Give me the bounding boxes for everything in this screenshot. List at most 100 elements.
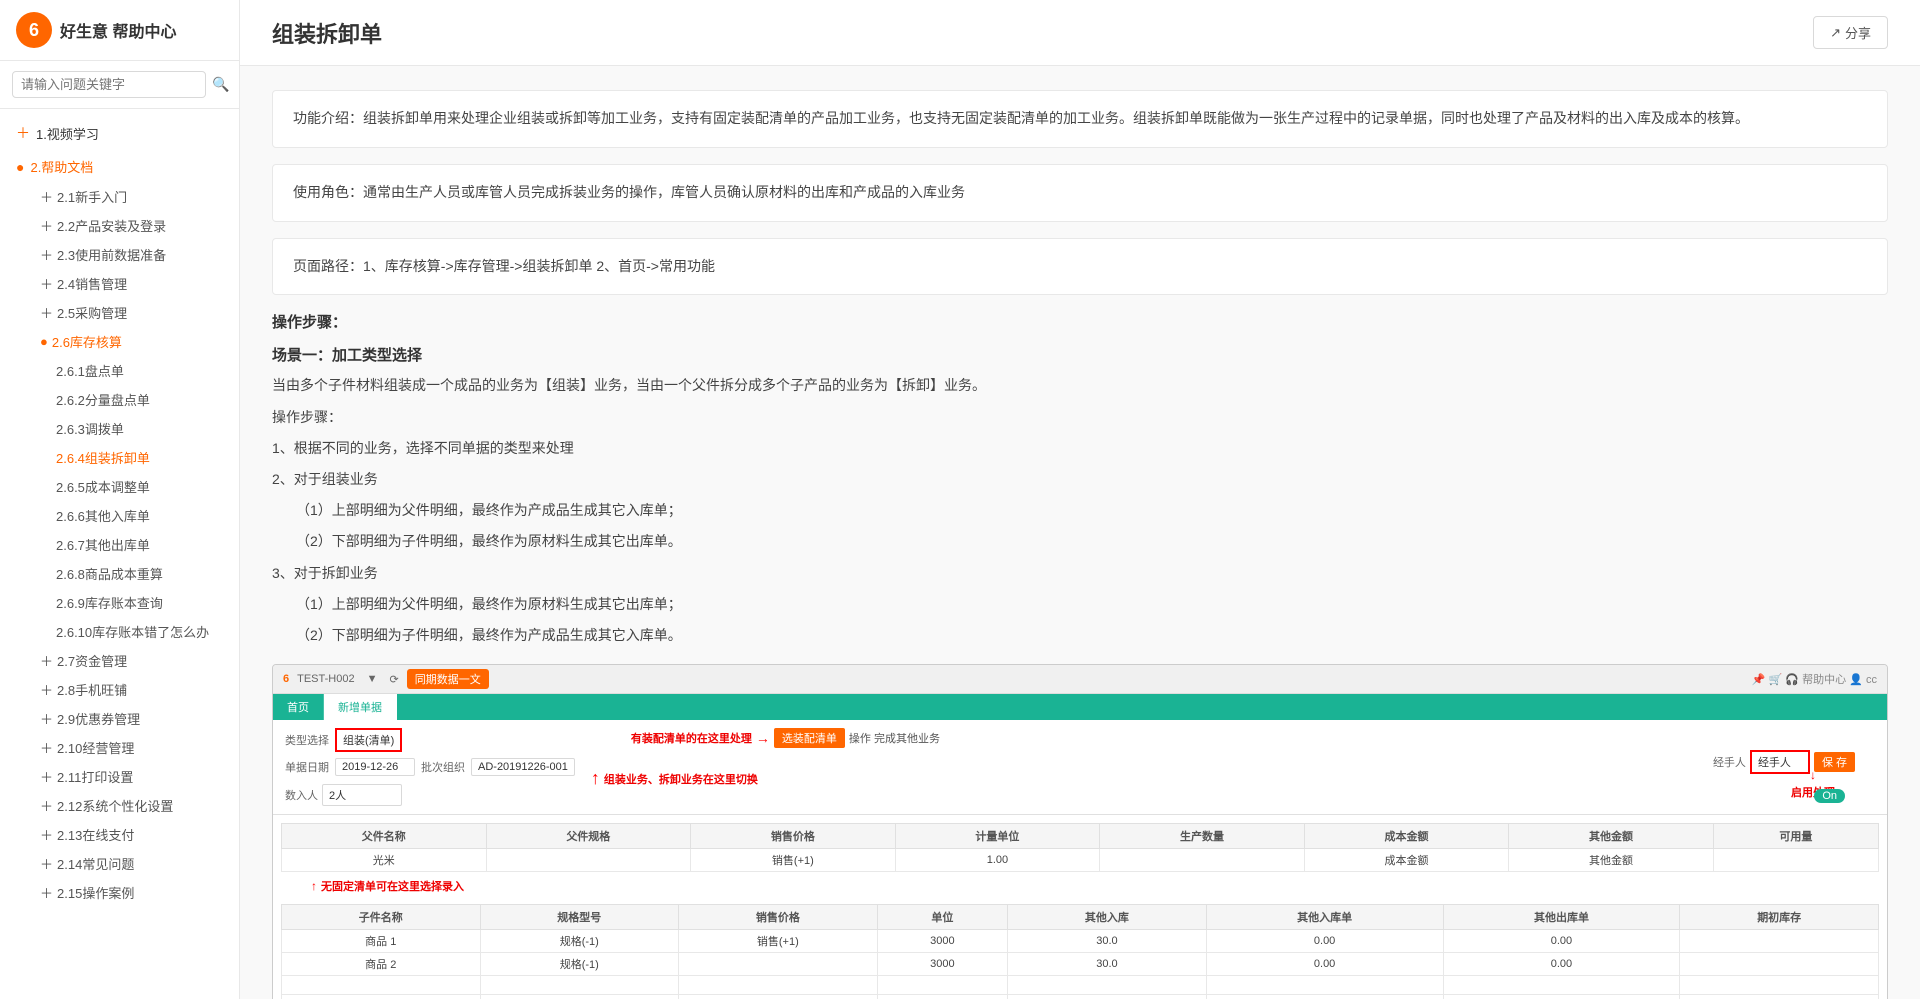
plus-icon-purchase: ＋ — [40, 303, 53, 322]
ss-lower-col-header: 单位 — [877, 905, 1008, 930]
ss-topbar-btn[interactable]: 同期数据一文 — [407, 669, 489, 689]
search-box: 🔍 — [0, 61, 239, 109]
ss-col-header: 成本金额 — [1304, 824, 1509, 849]
step3-2: （2）下部明细为子件明细，最终作为产成品生成其它入库单。 — [272, 623, 1888, 648]
ss-col-header: 计量单位 — [895, 824, 1100, 849]
ss-lower-table: 子件名称 规格型号 销售价格 单位 其他入库 其他入库单 其他出库单 期初库存 — [281, 904, 1879, 999]
sidebar-item-ledger-fix[interactable]: 2.6.10库存账本错了怎么办 — [40, 617, 239, 646]
ss-tab-new[interactable]: 新增单据 — [324, 694, 397, 720]
ss-person-label: 经手人 — [1713, 754, 1746, 770]
ss-batch-label: 批次组织 — [421, 759, 465, 775]
sidebar-item-faq[interactable]: ＋ 2.14常见问题 — [24, 849, 239, 878]
sidebar-item-cases[interactable]: ＋ 2.15操作案例 — [24, 878, 239, 907]
nav-children-docs: ＋ 2.1新手入门 ＋ 2.2产品安装及登录 ＋ 2.3使用前数据准备 ＋ 2.… — [0, 182, 239, 907]
ss-upper-table-area: 父件名称 父件规格 销售价格 计量单位 生产数量 成本金额 其他金额 可用量 光 — [273, 815, 1887, 876]
nav-tree: ＋ 1.视频学习 ● 2.帮助文档 ＋ 2.1新手入门 ＋ 2.2产品安装及登录 — [0, 109, 239, 999]
sidebar-item-sales[interactable]: ＋ 2.4销售管理 — [24, 269, 239, 298]
ss-qty-input[interactable]: 2人 — [322, 784, 402, 806]
sidebar-item-finance[interactable]: ＋ 2.7资金管理 — [24, 646, 239, 675]
sidebar-item-docs[interactable]: ● 2.帮助文档 — [0, 151, 239, 182]
table-row — [282, 995, 1879, 999]
step3: 3、对于拆卸业务 — [272, 561, 1888, 586]
steps-section: 操作步骤： 场景一：加工类型选择 当由多个子件材料组装成一个成品的业务为【组装】… — [272, 311, 1888, 648]
ss-col-header: 可用量 — [1713, 824, 1878, 849]
ss-batch-input[interactable]: AD-20191226-001 — [471, 758, 575, 776]
ss-annotation2: 组装业务、拆卸业务在这里切换 — [604, 771, 758, 787]
sidebar-item-inventory[interactable]: ● 2.6库存核算 — [24, 327, 239, 356]
table-row: 商品 1 规格(-1) 销售(+1) 3000 30.0 0.00 0.00 — [282, 930, 1879, 953]
ss-col-header: 父件规格 — [486, 824, 691, 849]
ss-annotation4: 无固定清单可在这里选择录入 — [321, 878, 464, 894]
minus-icon-inventory: ● — [40, 334, 48, 349]
screenshot-mockup: 6 TEST-H002 ▼ ⟳ 同期数据一文 📌 🛒 🎧 帮助中心 👤 cc 首… — [272, 664, 1888, 999]
expand-icon: ＋ — [16, 123, 30, 143]
step3-1: （1）上部明细为父件明细，最终作为原材料生成其它出库单； — [272, 592, 1888, 617]
share-button[interactable]: ↗ 分享 — [1813, 16, 1888, 49]
scene-desc: 当由多个子件材料组装成一个成品的业务为【组装】业务，当由一个父件拆分成多个子产品… — [272, 373, 1888, 398]
ss-form-area: 类型选择 组装(清单) 单据日期 2019-12-26 批次组织 AD-2019… — [273, 720, 1887, 815]
steps-section-title: 操作步骤： — [272, 311, 1888, 332]
sidebar-item-cost-adjust[interactable]: 2.6.5成本调整单 — [40, 472, 239, 501]
ss-qty-label: 数入人 — [285, 787, 318, 803]
app-title: 好生意 帮助中心 — [60, 18, 176, 42]
sidebar-item-other-out[interactable]: 2.6.7其他出库单 — [40, 530, 239, 559]
sidebar-item-install[interactable]: ＋ 2.2产品安装及登录 — [24, 211, 239, 240]
search-icon[interactable]: 🔍 — [212, 76, 229, 93]
ss-type-input[interactable]: 组装(清单) — [335, 728, 402, 752]
role-block: 使用角色：通常由生产人员或库管人员完成拆装业务的操作，库管人员确认原材料的出库和… — [272, 164, 1888, 222]
ss-annotation4-area: ↑ 无固定清单可在这里选择录入 — [273, 876, 1887, 896]
plus-icon-customize: ＋ — [40, 796, 53, 815]
ss-date-label: 单据日期 — [285, 759, 329, 775]
sidebar-item-cost-recalc[interactable]: 2.6.8商品成本重算 — [40, 559, 239, 588]
plus-icon-faq: ＋ — [40, 854, 53, 873]
ss-tab-home[interactable]: 首页 — [273, 694, 324, 720]
sidebar-item-partial-stocktake[interactable]: 2.6.2分量盘点单 — [40, 385, 239, 414]
nav-sub-tree: 2.6.1盘点单 2.6.2分量盘点单 2.6.3调拨单 2.6.4组装拆卸单 … — [24, 356, 239, 646]
collapse-icon: ● — [16, 159, 24, 175]
sidebar-item-newbie[interactable]: ＋ 2.1新手入门 — [24, 182, 239, 211]
sidebar-item-other-in[interactable]: 2.6.6其他入库单 — [40, 501, 239, 530]
ss-lower-col-header: 其他入库单 — [1206, 905, 1443, 930]
sidebar-item-data-prep[interactable]: ＋ 2.3使用前数据准备 — [24, 240, 239, 269]
sidebar-item-mobile[interactable]: ＋ 2.8手机旺铺 — [24, 675, 239, 704]
sidebar-item-assembly[interactable]: 2.6.4组装拆卸单 — [40, 443, 239, 472]
sidebar-item-ops[interactable]: ＋ 2.10经营管理 — [24, 733, 239, 762]
sidebar-item-ledger-query[interactable]: 2.6.9库存账本查询 — [40, 588, 239, 617]
content-area: 功能介绍：组装拆卸单用来处理企业组装或拆卸等加工业务，支持有固定装配清单的产品加… — [240, 66, 1920, 999]
ss-lower-col-header: 其他出库单 — [1443, 905, 1680, 930]
ss-type-label: 类型选择 — [285, 732, 329, 748]
sidebar-item-transfer[interactable]: 2.6.3调拨单 — [40, 414, 239, 443]
arrow-up2-icon: ↑ — [311, 879, 317, 893]
sidebar-item-customize[interactable]: ＋ 2.12系统个性化设置 — [24, 791, 239, 820]
steps-label: 操作步骤： — [272, 405, 1888, 430]
nav-section-video: ＋ 1.视频学习 — [0, 117, 239, 149]
sidebar-item-coupon[interactable]: ＋ 2.9优惠券管理 — [24, 704, 239, 733]
ss-nav-bar: 首页 新增单据 — [273, 694, 1887, 720]
ss-switch-on[interactable]: On — [1814, 789, 1845, 803]
search-input[interactable] — [12, 71, 206, 98]
ss-col-header: 其他金额 — [1509, 824, 1714, 849]
plus-icon-install: ＋ — [40, 216, 53, 235]
sidebar-item-video[interactable]: ＋ 1.视频学习 — [0, 117, 239, 149]
ss-logo: 6 — [283, 673, 289, 685]
share-icon: ↗ — [1830, 25, 1841, 41]
sidebar-item-print[interactable]: ＋ 2.11打印设置 — [24, 762, 239, 791]
sidebar-item-payment[interactable]: ＋ 2.13在线支付 — [24, 820, 239, 849]
ss-lower-col-header: 子件名称 — [282, 905, 481, 930]
plus-icon-ops: ＋ — [40, 738, 53, 757]
ss-form-date-row: 单据日期 2019-12-26 批次组织 AD-20191226-001 — [285, 758, 575, 776]
main-content: 组装拆卸单 ↗ 分享 功能介绍：组装拆卸单用来处理企业组装或拆卸等加工业务，支持… — [240, 0, 1920, 999]
intro-block: 功能介绍：组装拆卸单用来处理企业组装或拆卸等加工业务，支持有固定装配清单的产品加… — [272, 90, 1888, 148]
ss-select-bom-btn[interactable]: 选装配清单 — [774, 728, 845, 748]
ss-lower-col-header: 销售价格 — [679, 905, 878, 930]
ss-date-input[interactable]: 2019-12-26 — [335, 758, 415, 776]
ss-annotation1: 有装配清单的在这里处理 — [631, 730, 752, 746]
sidebar: 6 好生意 帮助中心 🔍 ＋ 1.视频学习 ● 2.帮助文档 ＋ 2.1新手入门 — [0, 0, 240, 999]
ss-lower-table-area: 子件名称 规格型号 销售价格 单位 其他入库 其他入库单 其他出库单 期初库存 — [273, 896, 1887, 999]
step2: 2、对于组装业务 — [272, 467, 1888, 492]
sidebar-item-purchase[interactable]: ＋ 2.5采购管理 — [24, 298, 239, 327]
ss-id: TEST-H002 — [297, 673, 354, 685]
ss-lower-col-header: 期初库存 — [1680, 905, 1879, 930]
sidebar-item-stocktake[interactable]: 2.6.1盘点单 — [40, 356, 239, 385]
arrow-down2-icon: ↓ — [1810, 768, 1816, 782]
